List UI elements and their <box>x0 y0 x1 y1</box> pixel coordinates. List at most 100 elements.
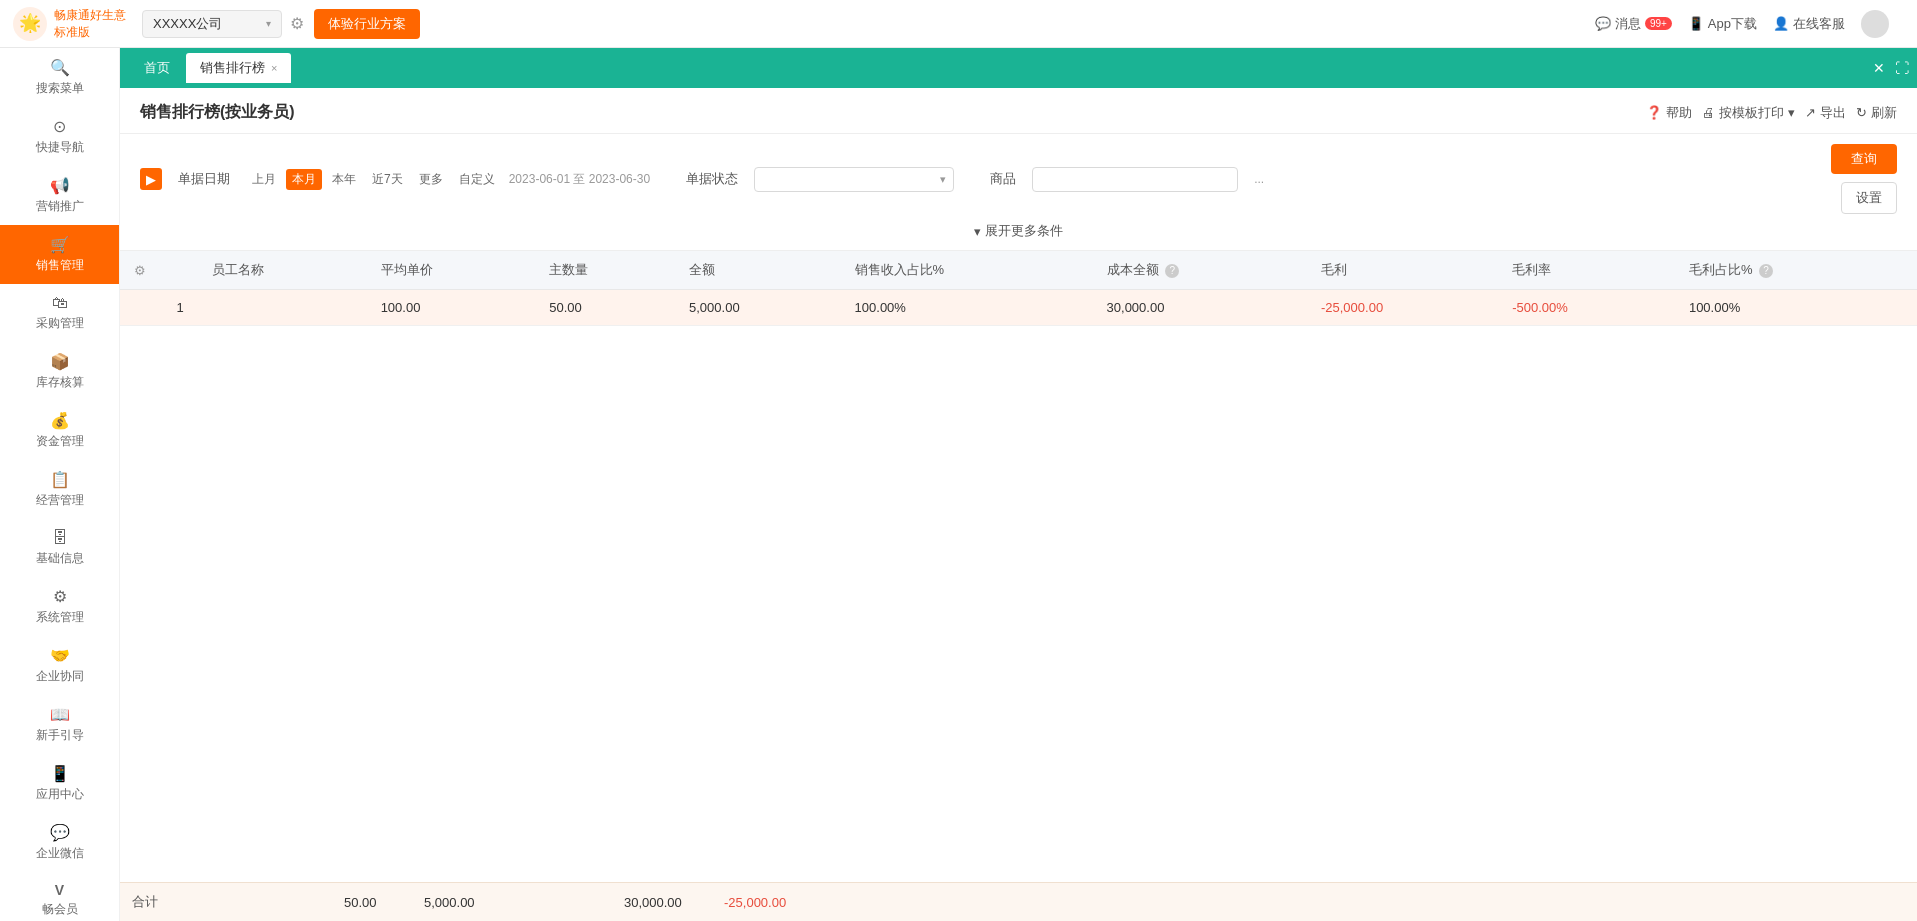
sidebar-item-wechat[interactable]: 💬 企业微信 <box>0 813 119 872</box>
status-select-wrap <box>754 167 954 192</box>
more-btn[interactable]: ... <box>1254 172 1264 186</box>
tab-home[interactable]: 首页 <box>128 51 186 85</box>
col-quantity: 主数量 <box>537 251 677 290</box>
footer-spacer2 <box>512 895 612 910</box>
sidebar-item-system[interactable]: ⚙ 系统管理 <box>0 577 119 636</box>
quicknav-icon: ⊙ <box>53 117 66 136</box>
print-chevron-icon: ▾ <box>1788 105 1795 120</box>
cell-name <box>200 290 369 326</box>
avatar[interactable] <box>1861 10 1889 38</box>
sidebar-item-quicknav[interactable]: ⊙ 快捷导航 <box>0 107 119 166</box>
col-name: 员工名称 <box>200 251 369 290</box>
top-bar-right: 💬 消息 99+ 📱 App下载 👤 在线客服 <box>1595 10 1905 38</box>
cell-amount: 5,000.00 <box>677 290 843 326</box>
cell-gross: -25,000.00 <box>1309 290 1500 326</box>
date-btn-more[interactable]: 更多 <box>413 169 449 190</box>
sidebar-item-label: 营销推广 <box>36 198 84 215</box>
sidebar-item-label: 资金管理 <box>36 433 84 450</box>
cost-info-icon[interactable]: ? <box>1165 264 1179 278</box>
message-icon: 💬 <box>1595 16 1611 31</box>
logo-icon: 🌟 <box>12 6 48 42</box>
help-button[interactable]: ❓ 帮助 <box>1646 104 1692 122</box>
service-icon: 👤 <box>1773 16 1789 31</box>
col-settings: ⚙ <box>120 251 160 290</box>
goods-input[interactable] <box>1032 167 1238 192</box>
search-icon: 🔍 <box>50 58 70 77</box>
settings-button[interactable]: 设置 <box>1841 182 1897 214</box>
sidebar-item-basics[interactable]: 🗄 基础信息 <box>0 519 119 577</box>
refresh-button[interactable]: ↻ 刷新 <box>1856 104 1897 122</box>
table-container: ⚙ 员工名称 平均单价 主数量 全额 销售收入占比% 成本全额 ? 毛利 毛利率 <box>120 251 1917 882</box>
expand-icon: ▾ <box>974 224 981 239</box>
tab-bar-right: ✕ ⛶ <box>1873 60 1909 76</box>
sidebar-item-member[interactable]: V 畅会员 <box>0 872 119 921</box>
sidebar-item-label: 基础信息 <box>36 550 84 567</box>
date-filter-label: 单据日期 <box>178 170 230 188</box>
page-header: 销售排行榜(按业务员) ❓ 帮助 🖨 按模板打印 ▾ <box>120 88 1917 134</box>
tab-close-icon[interactable]: × <box>271 62 277 74</box>
data-table: ⚙ 员工名称 平均单价 主数量 全额 销售收入占比% 成本全额 ? 毛利 毛利率 <box>120 251 1917 326</box>
sidebar-item-sales[interactable]: 🛒 销售管理 <box>0 225 119 284</box>
date-btn-last-month[interactable]: 上月 <box>246 169 282 190</box>
help-icon: ❓ <box>1646 105 1662 120</box>
sidebar-item-marketing[interactable]: 📢 营销推广 <box>0 166 119 225</box>
message-badge: 99+ <box>1645 17 1672 30</box>
goods-filter-label: 商品 <box>990 170 1016 188</box>
sidebar-item-inventory[interactable]: 📦 库存核算 <box>0 342 119 401</box>
cell-gross-rate: -500.00% <box>1500 290 1677 326</box>
tab-bar: 首页 销售排行榜 × ✕ ⛶ <box>120 48 1917 88</box>
footer-cost: 30,000.00 <box>612 895 712 910</box>
basics-icon: 🗄 <box>52 529 68 547</box>
tab-label: 销售排行榜 <box>200 59 265 77</box>
sidebar-item-label: 畅会员 <box>42 901 78 918</box>
finance-icon: 💰 <box>50 411 70 430</box>
print-button[interactable]: 🖨 按模板打印 ▾ <box>1702 104 1795 122</box>
status-select[interactable] <box>754 167 954 192</box>
content-area: 首页 销售排行榜 × ✕ ⛶ 销售排行榜(按业务员) <box>120 48 1917 921</box>
inventory-icon: 📦 <box>50 352 70 371</box>
sidebar-item-operations[interactable]: 📋 经营管理 <box>0 460 119 519</box>
sidebar-item-finance[interactable]: 💰 资金管理 <box>0 401 119 460</box>
main-area: 🔍 搜索菜单 ⊙ 快捷导航 📢 营销推广 🛒 销售管理 🛍 采购管理 📦 <box>0 48 1917 921</box>
date-btn-custom[interactable]: 自定义 <box>453 169 501 190</box>
cell-quantity: 50.00 <box>537 290 677 326</box>
sidebar-item-guide[interactable]: 📖 新手引导 <box>0 695 119 754</box>
sidebar-item-collaboration[interactable]: 🤝 企业协同 <box>0 636 119 695</box>
trial-button[interactable]: 体验行业方案 <box>314 9 420 39</box>
sidebar-item-search[interactable]: 🔍 搜索菜单 <box>0 48 119 107</box>
gross-pct-info-icon[interactable]: ? <box>1759 264 1773 278</box>
footer-quantity: 50.00 <box>332 895 412 910</box>
sidebar-item-purchase[interactable]: 🛍 采购管理 <box>0 284 119 342</box>
tab-sales-ranking[interactable]: 销售排行榜 × <box>186 53 291 83</box>
col-cost: 成本全额 ? <box>1095 251 1309 290</box>
settings-icon[interactable]: ⚙ <box>290 14 304 33</box>
filter-toggle-btn[interactable]: ▶ <box>140 168 162 190</box>
page-content: 销售排行榜(按业务员) ❓ 帮助 🖨 按模板打印 ▾ <box>120 88 1917 921</box>
online-service-button[interactable]: 👤 在线客服 <box>1773 15 1845 33</box>
date-btn-this-month[interactable]: 本月 <box>286 169 322 190</box>
wechat-icon: 💬 <box>50 823 70 842</box>
filter-row-1: ▶ 单据日期 上月 本月 本年 近7天 更多 自定义 2023-06-01 至 … <box>140 144 1897 214</box>
sidebar-item-appstore[interactable]: 📱 应用中心 <box>0 754 119 813</box>
col-avg-price: 平均单价 <box>369 251 538 290</box>
company-selector[interactable]: XXXXX公司 ▾ <box>142 10 282 38</box>
footer-cells: 50.00 5,000.00 30,000.00 -25,000.00 <box>212 895 1905 910</box>
message-button[interactable]: 💬 消息 99+ <box>1595 15 1672 33</box>
page-actions: ❓ 帮助 🖨 按模板打印 ▾ ↗ 导出 <box>1646 104 1897 122</box>
export-button[interactable]: ↗ 导出 <box>1805 104 1846 122</box>
status-filter-label: 单据状态 <box>686 170 738 188</box>
page-title-row: 销售排行榜(按业务员) ❓ 帮助 🖨 按模板打印 ▾ <box>140 102 1897 123</box>
tab-close-all-icon[interactable]: ✕ <box>1873 60 1885 76</box>
sidebar: 🔍 搜索菜单 ⊙ 快捷导航 📢 营销推广 🛒 销售管理 🛍 采购管理 📦 <box>0 48 120 921</box>
query-button[interactable]: 查询 <box>1831 144 1897 174</box>
expand-button[interactable]: ▾ 展开更多条件 <box>974 222 1063 240</box>
system-icon: ⚙ <box>53 587 67 606</box>
date-btn-this-year[interactable]: 本年 <box>326 169 362 190</box>
tab-fullscreen-icon[interactable]: ⛶ <box>1895 60 1909 76</box>
date-btn-7days[interactable]: 近7天 <box>366 169 409 190</box>
sidebar-item-label: 新手引导 <box>36 727 84 744</box>
export-icon: ↗ <box>1805 105 1816 120</box>
app-download-button[interactable]: 📱 App下载 <box>1688 15 1757 33</box>
sidebar-item-label: 搜索菜单 <box>36 80 84 97</box>
operations-icon: 📋 <box>50 470 70 489</box>
